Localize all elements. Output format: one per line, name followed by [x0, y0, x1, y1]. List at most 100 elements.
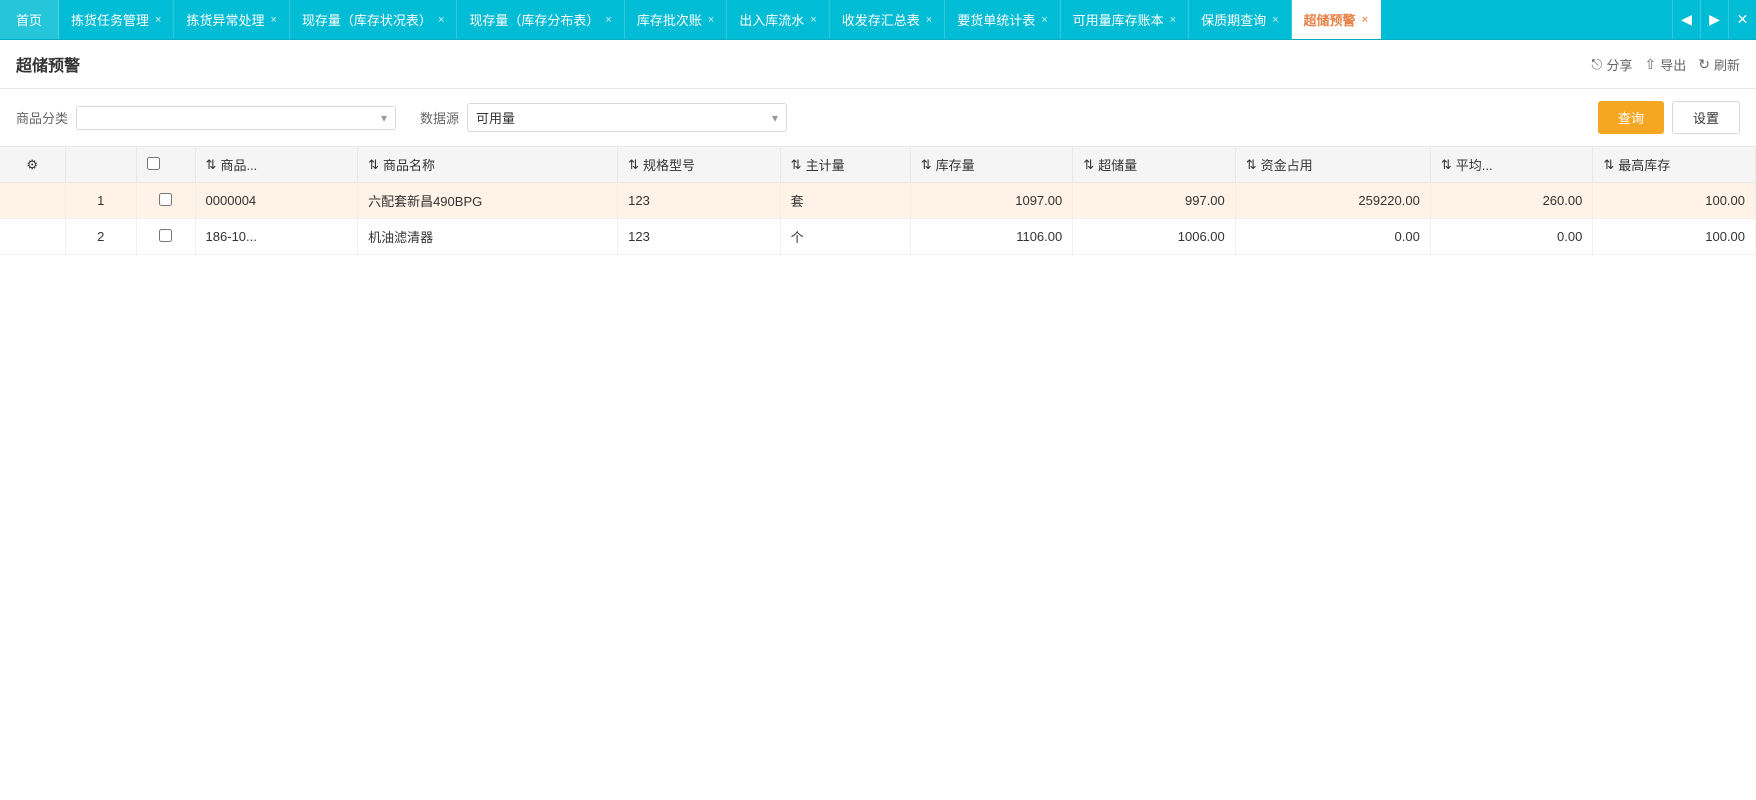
top-nav: 首页 拣货任务管理 × 拣货异常处理 × 现存量（库存状况表） × 现存量（库存…: [0, 0, 1756, 40]
row-name-0: 六配套新昌490BPG: [358, 183, 618, 219]
col-header-num: [65, 147, 137, 183]
row-num-1: 2: [65, 219, 137, 255]
filter-area: 商品分类 ▾ 数据源 可用量 ▾ 查询 设置: [0, 89, 1756, 147]
nav-item-0[interactable]: 拣货任务管理 ×: [59, 0, 174, 39]
row-unit-1: 个: [780, 219, 910, 255]
nav-item-9[interactable]: 保质期查询 ×: [1189, 0, 1291, 39]
query-button[interactable]: 查询: [1598, 101, 1664, 134]
nav-close-1[interactable]: ×: [270, 14, 276, 26]
sort-icon-code: ⇅: [206, 157, 217, 173]
row-maxstock-1: 100.00: [1593, 219, 1756, 255]
filter-buttons: 查询 设置: [1598, 101, 1740, 134]
col-header-gear[interactable]: ⚙: [0, 147, 65, 183]
refresh-btn[interactable]: ↻ 刷新: [1698, 55, 1740, 74]
sort-icon-name: ⇅: [368, 157, 379, 173]
export-icon: ⇧: [1645, 56, 1657, 73]
row-maxstock-0: 100.00: [1593, 183, 1756, 219]
col-header-capital[interactable]: ⇅ 资金占用: [1235, 147, 1430, 183]
row-checkbox-0[interactable]: [137, 183, 196, 219]
row-over-1: 1006.00: [1073, 219, 1236, 255]
row-gear-1: [0, 219, 65, 255]
share-btn[interactable]: ⎋ 分享: [1591, 55, 1632, 74]
nav-close-all-btn[interactable]: ✕: [1728, 0, 1756, 39]
col-header-checkbox[interactable]: [137, 147, 196, 183]
nav-close-4[interactable]: ×: [708, 14, 714, 26]
datasource-value: 可用量: [476, 108, 515, 127]
row-gear-0: [0, 183, 65, 219]
nav-close-5[interactable]: ×: [810, 14, 816, 26]
nav-close-7[interactable]: ×: [1041, 14, 1047, 26]
row-checkbox-1[interactable]: [137, 219, 196, 255]
datasource-select[interactable]: 可用量 ▾: [467, 103, 787, 132]
col-header-avg[interactable]: ⇅ 平均...: [1430, 147, 1593, 183]
nav-close-2[interactable]: ×: [438, 14, 444, 26]
table-row: 2 186-10... 机油滤清器 123 个 1106.00 1006.00 …: [0, 219, 1756, 255]
row-code-0: 0000004: [195, 183, 358, 219]
datasource-label: 数据源: [420, 108, 459, 127]
sort-icon-capital: ⇅: [1246, 157, 1257, 173]
row-over-0: 997.00: [1073, 183, 1236, 219]
nav-prev-btn[interactable]: ◀: [1672, 0, 1700, 39]
datasource-arrow-icon: ▾: [772, 111, 778, 125]
col-header-name[interactable]: ⇅ 商品名称: [358, 147, 618, 183]
col-header-over[interactable]: ⇅ 超储量: [1073, 147, 1236, 183]
nav-item-2[interactable]: 现存量（库存状况表） ×: [290, 0, 457, 39]
page-title: 超储预警: [16, 52, 80, 76]
nav-item-4[interactable]: 库存批次账 ×: [625, 0, 727, 39]
page-header: 超储预警 ⎋ 分享 ⇧ 导出 ↻ 刷新: [0, 40, 1756, 89]
header-actions: ⎋ 分享 ⇧ 导出 ↻ 刷新: [1591, 55, 1740, 74]
nav-item-3[interactable]: 现存量（库存分布表） ×: [457, 0, 624, 39]
filter-category: 商品分类 ▾: [16, 106, 396, 130]
row-capital-0: 259220.00: [1235, 183, 1430, 219]
row-select-checkbox-0[interactable]: [159, 193, 172, 206]
table-body: 1 0000004 六配套新昌490BPG 123 套 1097.00 997.…: [0, 183, 1756, 255]
table-container: ⚙ ⇅ 商品... ⇅ 商品名: [0, 147, 1756, 255]
nav-next-btn[interactable]: ▶: [1700, 0, 1728, 39]
nav-close-6[interactable]: ×: [926, 14, 932, 26]
nav-item-5[interactable]: 出入库流水 ×: [727, 0, 829, 39]
table-header-row: ⚙ ⇅ 商品... ⇅ 商品名: [0, 147, 1756, 183]
sort-icon-avg: ⇅: [1441, 157, 1452, 173]
row-num-0: 1: [65, 183, 137, 219]
data-table: ⚙ ⇅ 商品... ⇅ 商品名: [0, 147, 1756, 255]
nav-item-8[interactable]: 可用量库存账本 ×: [1061, 0, 1189, 39]
nav-close-0[interactable]: ×: [155, 14, 161, 26]
sort-icon-maxstock: ⇅: [1603, 157, 1614, 173]
settings-button[interactable]: 设置: [1672, 101, 1740, 134]
category-select[interactable]: ▾: [76, 106, 396, 130]
category-label: 商品分类: [16, 108, 68, 127]
row-name-1: 机油滤清器: [358, 219, 618, 255]
row-select-checkbox-1[interactable]: [159, 229, 172, 242]
nav-item-10[interactable]: 超储预警 ×: [1292, 0, 1381, 39]
nav-close-9[interactable]: ×: [1272, 14, 1278, 26]
row-unit-0: 套: [780, 183, 910, 219]
nav-item-6[interactable]: 收发存汇总表 ×: [830, 0, 945, 39]
row-stock-0: 1097.00: [910, 183, 1073, 219]
nav-item-1[interactable]: 拣货异常处理 ×: [174, 0, 289, 39]
col-header-unit[interactable]: ⇅ 主计量: [780, 147, 910, 183]
nav-close-8[interactable]: ×: [1170, 14, 1176, 26]
nav-arrows: ◀ ▶ ✕: [1672, 0, 1756, 39]
sort-icon-spec: ⇅: [628, 157, 639, 173]
col-header-stock[interactable]: ⇅ 库存量: [910, 147, 1073, 183]
nav-item-7[interactable]: 要货单统计表 ×: [945, 0, 1060, 39]
row-avg-1: 0.00: [1430, 219, 1593, 255]
export-btn[interactable]: ⇧ 导出: [1645, 55, 1687, 74]
share-icon: ⎋: [1591, 56, 1602, 73]
select-all-checkbox[interactable]: [147, 157, 160, 170]
col-header-spec[interactable]: ⇅ 规格型号: [618, 147, 781, 183]
col-header-maxstock[interactable]: ⇅ 最高库存: [1593, 147, 1756, 183]
row-stock-1: 1106.00: [910, 219, 1073, 255]
row-spec-0: 123: [618, 183, 781, 219]
filter-datasource: 数据源 可用量 ▾: [420, 103, 787, 132]
gear-icon: ⚙: [26, 157, 38, 172]
nav-close-10[interactable]: ×: [1362, 14, 1368, 26]
row-avg-0: 260.00: [1430, 183, 1593, 219]
row-code-1: 186-10...: [195, 219, 358, 255]
sort-icon-stock: ⇅: [921, 157, 932, 173]
nav-home[interactable]: 首页: [0, 0, 59, 39]
category-arrow-icon: ▾: [381, 111, 387, 125]
nav-close-3[interactable]: ×: [605, 14, 611, 26]
sort-icon-over: ⇅: [1083, 157, 1094, 173]
col-header-code[interactable]: ⇅ 商品...: [195, 147, 358, 183]
